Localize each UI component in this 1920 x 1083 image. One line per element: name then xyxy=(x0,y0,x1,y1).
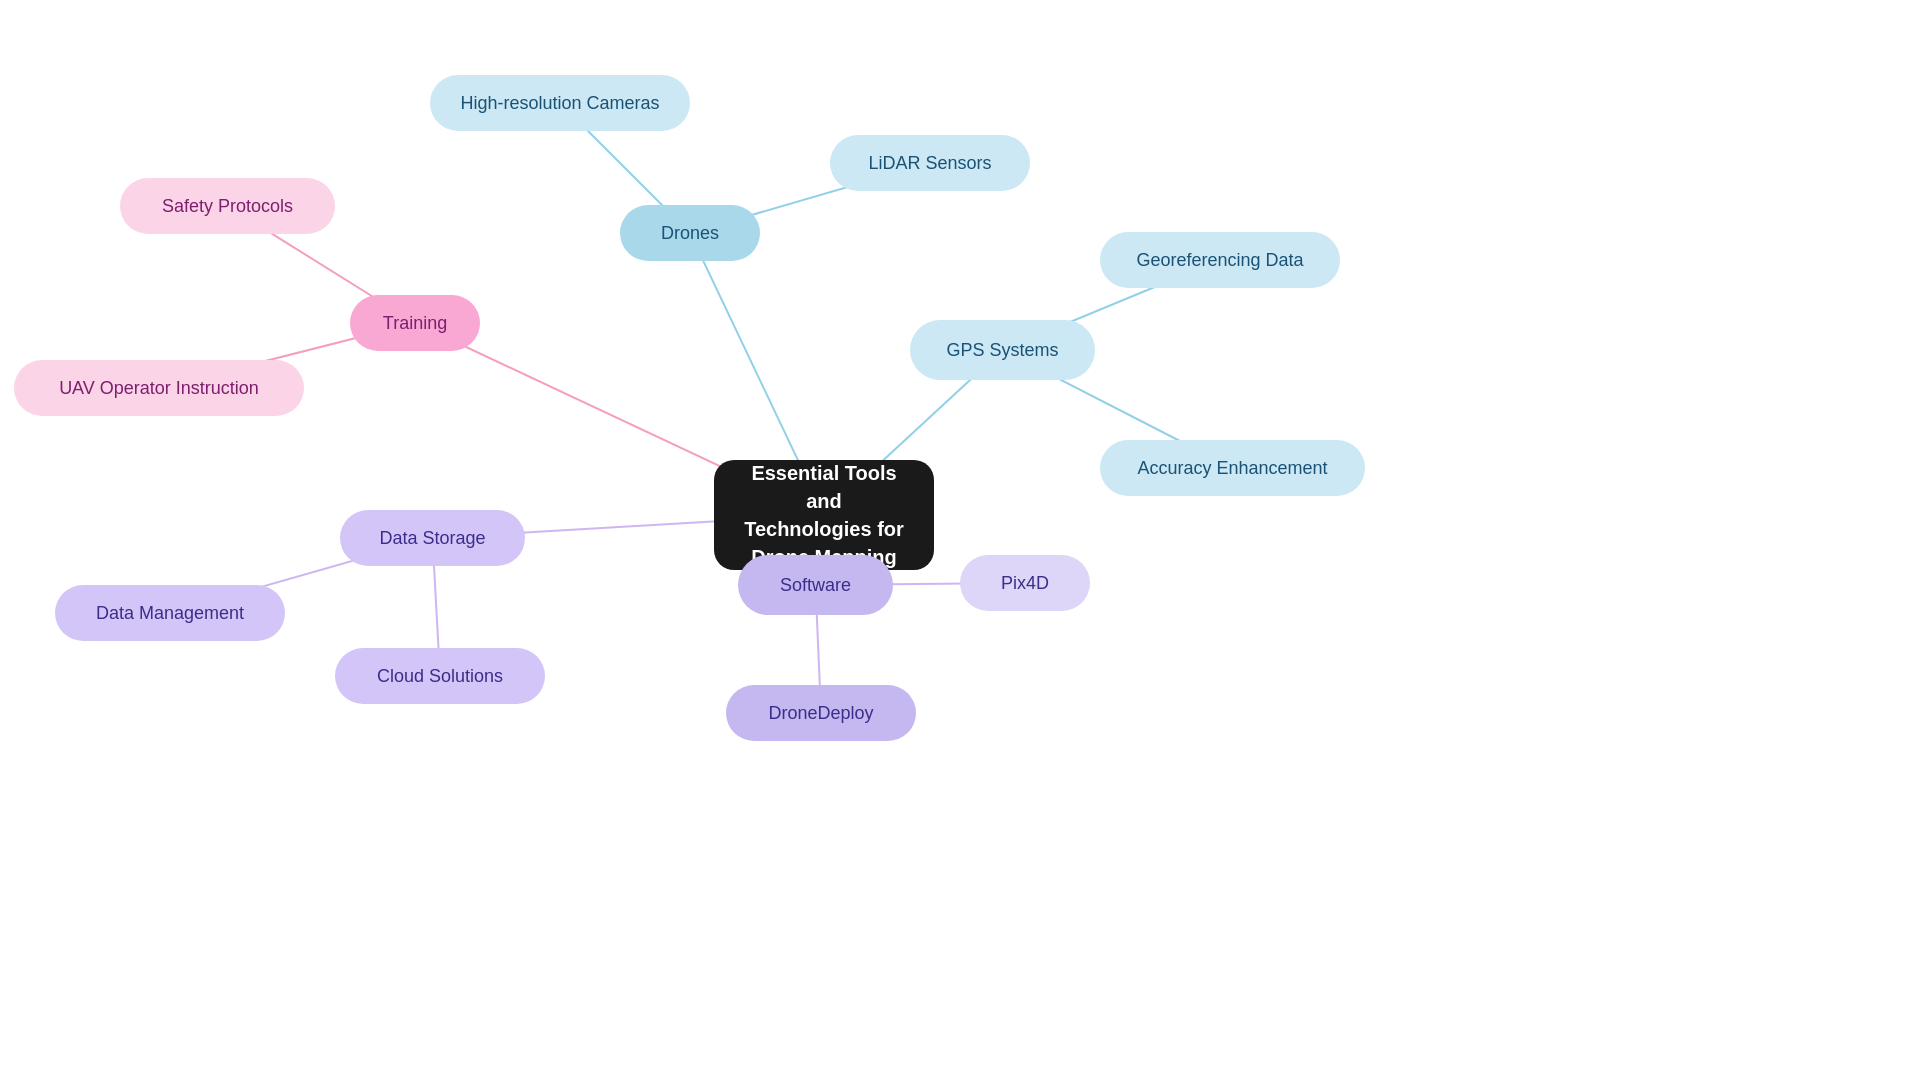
dronedeploy-node: DroneDeploy xyxy=(726,685,916,741)
training-node: Training xyxy=(350,295,480,351)
data-storage-node: Data Storage xyxy=(340,510,525,566)
safety-protocols-node: Safety Protocols xyxy=(120,178,335,234)
uav-operator-node: UAV Operator Instruction xyxy=(14,360,304,416)
high-res-cameras-node: High-resolution Cameras xyxy=(430,75,690,131)
georeferencing-node: Georeferencing Data xyxy=(1100,232,1340,288)
pix4d-node: Pix4D xyxy=(960,555,1090,611)
software-node: Software xyxy=(738,555,893,615)
cloud-solutions-node: Cloud Solutions xyxy=(335,648,545,704)
gps-systems-node: GPS Systems xyxy=(910,320,1095,380)
drones-node: Drones xyxy=(620,205,760,261)
center-node: Essential Tools and Technologies for Dro… xyxy=(714,460,934,570)
data-management-node: Data Management xyxy=(55,585,285,641)
lidar-sensors-node: LiDAR Sensors xyxy=(830,135,1030,191)
accuracy-node: Accuracy Enhancement xyxy=(1100,440,1365,496)
